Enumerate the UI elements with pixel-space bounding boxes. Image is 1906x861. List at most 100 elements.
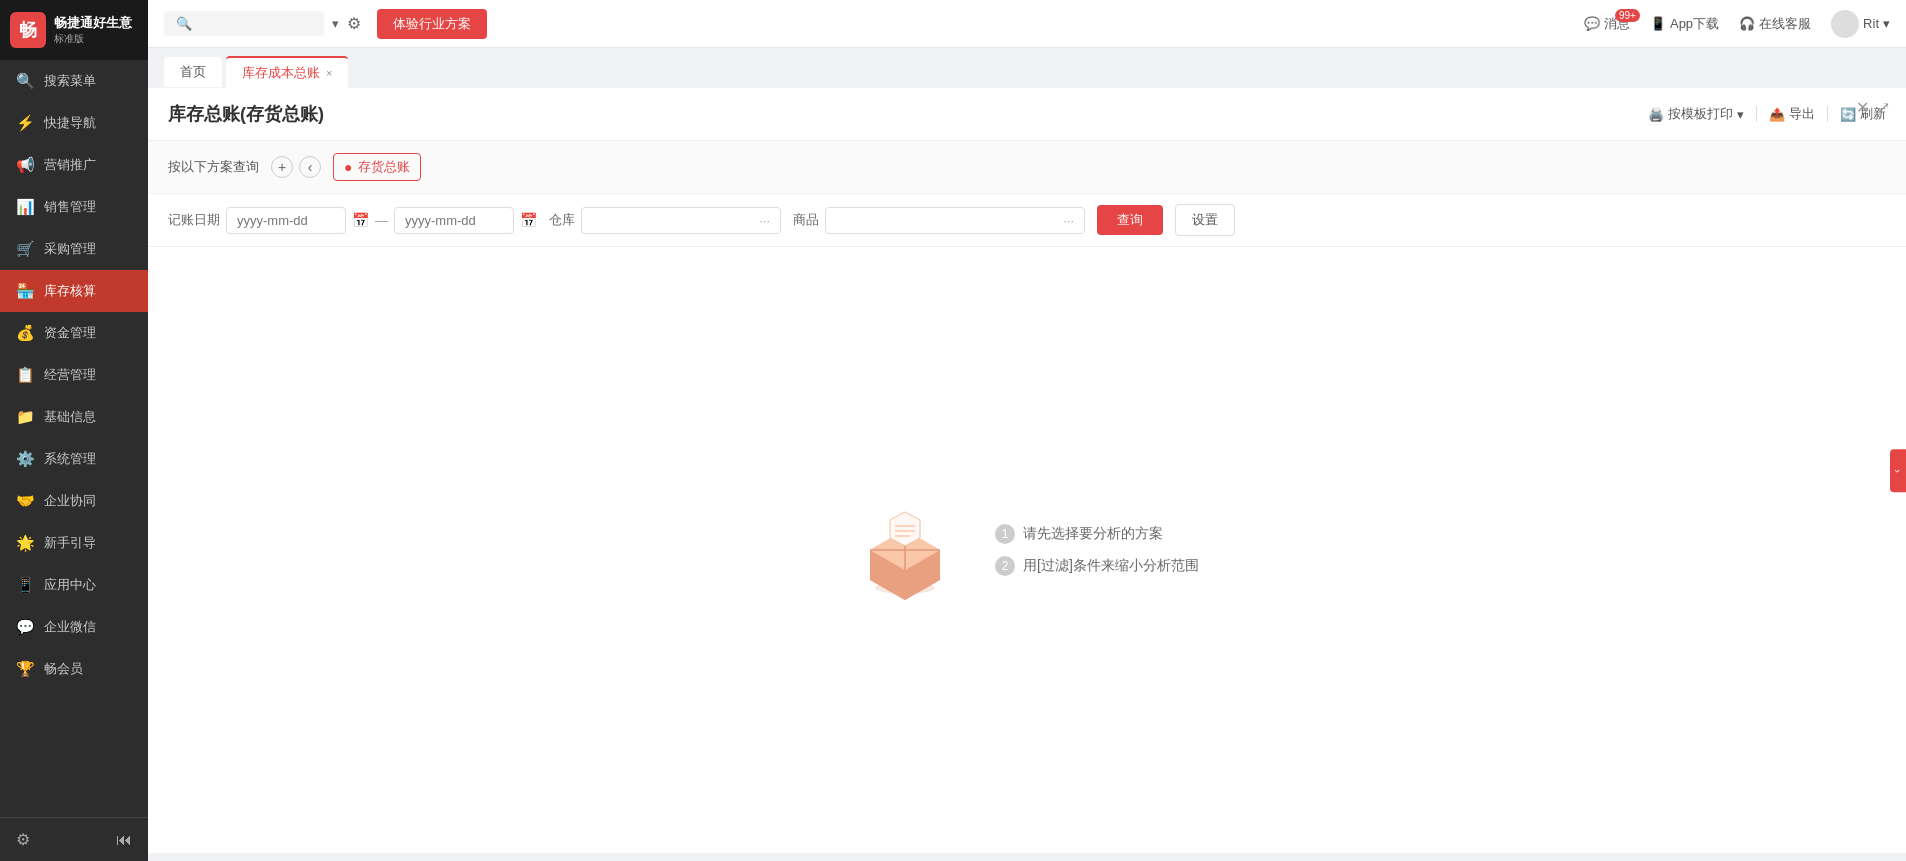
page-header: 库存总账(存货总账) 🖨️ 按模板打印 ▾ 📤 导出 🔄 <box>148 88 1906 141</box>
logo-text: 畅捷通好生意 标准版 <box>54 14 132 46</box>
collapse-button[interactable]: ⏮ <box>116 831 132 849</box>
sidebar-item-label: 采购管理 <box>44 240 96 258</box>
calendar-end-icon[interactable]: 📅 <box>520 212 537 228</box>
warehouse-more-icon[interactable]: ··· <box>759 213 770 228</box>
sidebar-item-guide[interactable]: 🌟 新手引导 <box>0 522 148 564</box>
sidebar-item-finance[interactable]: 💰 资金管理 <box>0 312 148 354</box>
settings-button[interactable]: 设置 <box>1175 204 1235 236</box>
query-button[interactable]: 查询 <box>1097 205 1163 235</box>
sidebar-item-label: 基础信息 <box>44 408 96 426</box>
sidebar-item-label: 搜索菜单 <box>44 72 96 90</box>
print-icon: 🖨️ <box>1648 107 1664 122</box>
sidebar-item-search[interactable]: 🔍 搜索菜单 <box>0 60 148 102</box>
sidebar-item-label: 新手引导 <box>44 534 96 552</box>
divider2 <box>1827 106 1828 122</box>
filter-add-button[interactable]: + <box>271 156 293 178</box>
sidebar-item-marketing[interactable]: 📢 营销推广 <box>0 144 148 186</box>
settings-button[interactable]: ⚙ <box>16 830 30 849</box>
tab-label: 库存成本总账 <box>242 64 320 82</box>
sidebar-item-wechat[interactable]: 💬 企业微信 <box>0 606 148 648</box>
sales-icon: 📊 <box>16 198 34 216</box>
empty-box-svg <box>855 500 955 600</box>
sidebar-item-operation[interactable]: 📋 经营管理 <box>0 354 148 396</box>
topbar-dropdown[interactable]: ▾ <box>332 16 339 31</box>
sidebar-item-label: 营销推广 <box>44 156 96 174</box>
marketing-icon: 📢 <box>16 156 34 174</box>
export-icon: 📤 <box>1769 107 1785 122</box>
sidebar-item-apps[interactable]: 📱 应用中心 <box>0 564 148 606</box>
date-start-input[interactable] <box>226 207 346 234</box>
user-avatar <box>1831 10 1859 38</box>
sidebar-item-system[interactable]: ⚙️ 系统管理 <box>0 438 148 480</box>
sidebar-item-cooperation[interactable]: 🤝 企业协同 <box>0 480 148 522</box>
sidebar-item-label: 企业微信 <box>44 618 96 636</box>
logo-icon: 畅 <box>10 12 46 48</box>
empty-illustration: 1 请先选择要分析的方案 2 用[过滤]条件来缩小分析范围 <box>855 500 1199 600</box>
empty-tips: 1 请先选择要分析的方案 2 用[过滤]条件来缩小分析范围 <box>995 524 1199 576</box>
content-area: 首页 库存成本总账 × 库存总账(存货总账) 🖨️ 按模板打印 ▾ <box>148 48 1906 861</box>
message-button[interactable]: 💬 消息 99+ <box>1584 15 1630 33</box>
goods-filter-group: 商品 ··· <box>793 207 1085 234</box>
export-label: 导出 <box>1789 105 1815 123</box>
app-subtitle: 标准版 <box>54 32 132 46</box>
empty-state: 1 请先选择要分析的方案 2 用[过滤]条件来缩小分析范围 <box>148 247 1906 853</box>
warehouse-selector[interactable]: ··· <box>581 207 781 234</box>
page-close-button[interactable]: ✕ <box>1856 98 1869 117</box>
export-button[interactable]: 📤 导出 <box>1769 105 1815 123</box>
system-icon: ⚙️ <box>16 450 34 468</box>
tip-num-2: 2 <box>995 556 1015 576</box>
tab-inventory-ledger[interactable]: 库存成本总账 × <box>226 56 348 88</box>
inventory-icon: 🏪 <box>16 282 34 300</box>
sidebar-item-member[interactable]: 🏆 畅会员 <box>0 648 148 690</box>
sidebar-nav: 🔍 搜索菜单 ⚡ 快捷导航 📢 营销推广 📊 销售管理 🛒 采购管理 🏪 库存核… <box>0 60 148 817</box>
date-end-input[interactable] <box>394 207 514 234</box>
date-separator: — <box>375 213 388 228</box>
sidebar-item-label: 资金管理 <box>44 324 96 342</box>
filter-collapse-button[interactable]: ‹ <box>299 156 321 178</box>
user-menu[interactable]: Rit ▾ <box>1831 10 1890 38</box>
topbar-search-box[interactable]: 🔍 <box>164 11 324 36</box>
print-button[interactable]: 🖨️ 按模板打印 ▾ <box>1648 105 1744 123</box>
search-icon: 🔍 <box>16 72 34 90</box>
user-name: Rit <box>1863 16 1879 31</box>
tab-close-button[interactable]: × <box>326 67 332 79</box>
filter-bar: 按以下方案查询 + ‹ ● 存货总账 <box>148 141 1906 194</box>
page-header-actions: 🖨️ 按模板打印 ▾ 📤 导出 🔄 刷新 <box>1648 105 1886 123</box>
message-badge: 99+ <box>1615 9 1640 22</box>
service-icon: 🎧 <box>1739 16 1755 31</box>
filter-scheme-tag[interactable]: ● 存货总账 <box>333 153 421 181</box>
topbar-gear-button[interactable]: ⚙ <box>347 14 361 33</box>
right-panel-toggle[interactable]: › <box>1890 449 1906 493</box>
user-chevron-icon: ▾ <box>1883 16 1890 31</box>
divider <box>1756 106 1757 122</box>
service-label: 在线客服 <box>1759 15 1811 33</box>
guide-icon: 🌟 <box>16 534 34 552</box>
page-expand-button[interactable]: ⤢ <box>1877 98 1890 117</box>
goods-more-icon[interactable]: ··· <box>1063 213 1074 228</box>
sidebar-item-label: 应用中心 <box>44 576 96 594</box>
cooperation-icon: 🤝 <box>16 492 34 510</box>
tip-text-1: 请先选择要分析的方案 <box>1023 525 1163 543</box>
sidebar-item-shortcut[interactable]: ⚡ 快捷导航 <box>0 102 148 144</box>
sidebar-footer: ⚙ ⏮ <box>0 817 148 861</box>
finance-icon: 💰 <box>16 324 34 342</box>
demo-btn[interactable]: 体验行业方案 <box>377 9 487 39</box>
sidebar-item-basic[interactable]: 📁 基础信息 <box>0 396 148 438</box>
main-area: 🔍 ▾ ⚙ 体验行业方案 💬 消息 99+ 📱 App下载 🎧 在线客服 <box>148 0 1906 861</box>
sidebar-item-sales[interactable]: 📊 销售管理 <box>0 186 148 228</box>
goods-selector[interactable]: ··· <box>825 207 1085 234</box>
search-small-icon: 🔍 <box>176 16 192 31</box>
sidebar: 畅 畅捷通好生意 标准版 🔍 搜索菜单 ⚡ 快捷导航 📢 营销推广 📊 销售管理… <box>0 0 148 861</box>
app-download-button[interactable]: 📱 App下载 <box>1650 15 1719 33</box>
topbar-left: 🔍 ▾ ⚙ 体验行业方案 <box>164 9 1584 39</box>
filter-inputs-bar: 记账日期 📅 — 📅 仓库 ··· 商品 <box>148 194 1906 247</box>
online-service-button[interactable]: 🎧 在线客服 <box>1739 15 1811 33</box>
app-download-label: App下载 <box>1670 15 1719 33</box>
scheme-label: 存货总账 <box>358 158 410 176</box>
sidebar-item-purchase[interactable]: 🛒 采购管理 <box>0 228 148 270</box>
page-top-actions: ✕ ⤢ <box>1856 98 1890 117</box>
sidebar-item-inventory[interactable]: 🏪 库存核算 <box>0 270 148 312</box>
sidebar-item-label: 畅会员 <box>44 660 83 678</box>
tab-home[interactable]: 首页 <box>164 57 222 87</box>
calendar-start-icon[interactable]: 📅 <box>352 212 369 228</box>
